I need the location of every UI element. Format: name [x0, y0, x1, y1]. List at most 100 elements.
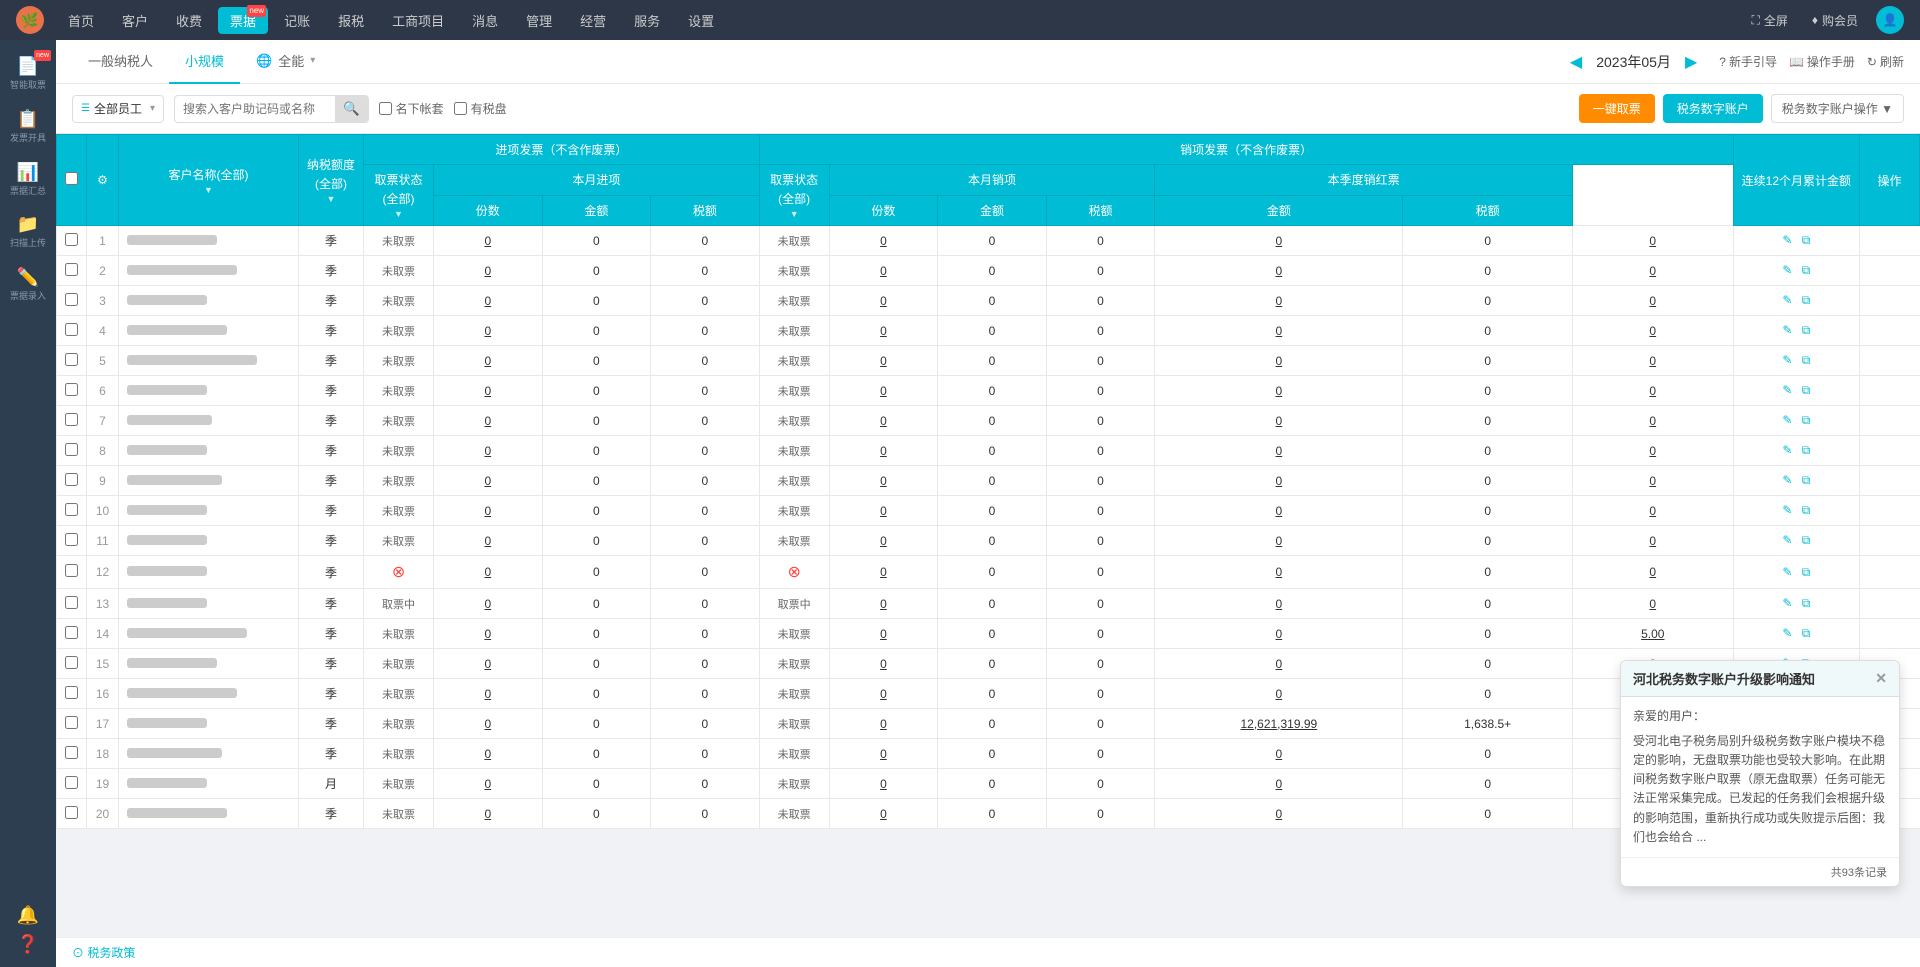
row-checkbox[interactable]	[65, 293, 78, 306]
edit-button[interactable]: ✎	[1782, 565, 1792, 579]
notification-close-button[interactable]: ✕	[1875, 670, 1887, 687]
row-checkbox[interactable]	[65, 263, 78, 276]
nav-tax[interactable]: 报税	[326, 7, 376, 34]
row-checkbox[interactable]	[65, 686, 78, 699]
fullscreen-button[interactable]: ⛶ 全屏	[1745, 10, 1793, 31]
edit-button[interactable]: ✎	[1782, 443, 1792, 457]
row-checkbox[interactable]	[65, 806, 78, 819]
row-checkbox[interactable]	[65, 443, 78, 456]
sidebar-item-ticket-entry[interactable]: ✏️ 票据录入	[3, 259, 53, 310]
employee-filter[interactable]: ☰ 全部员工 ▾	[72, 95, 164, 123]
row-checkbox[interactable]	[65, 596, 78, 609]
next-month-button[interactable]: ▶	[1679, 50, 1703, 74]
edit-button[interactable]: ✎	[1782, 413, 1792, 427]
tab-general-taxpayer[interactable]: 一般纳税人	[72, 39, 169, 84]
refund-amount-cell: 0	[1155, 739, 1403, 769]
edit-button[interactable]: ✎	[1782, 293, 1792, 307]
select-all-checkbox[interactable]	[65, 172, 78, 185]
quota-cell: 月	[299, 769, 364, 799]
nav-customer[interactable]: 客户	[110, 7, 160, 34]
nav-bookkeeping[interactable]: 记账	[272, 7, 322, 34]
sub-account-checkbox-label[interactable]: 名下帐套	[379, 100, 444, 117]
copy-button[interactable]: ⧉	[1802, 353, 1811, 367]
copy-button[interactable]: ⧉	[1802, 533, 1811, 547]
in-tax-cell: 0	[651, 769, 760, 799]
copy-button[interactable]: ⧉	[1802, 503, 1811, 517]
row-checkbox[interactable]	[65, 656, 78, 669]
row-checkbox[interactable]	[65, 746, 78, 759]
row-checkbox[interactable]	[65, 533, 78, 546]
row-checkbox[interactable]	[65, 564, 78, 577]
sidebar-item-scan-upload[interactable]: 📁 扫描上传	[3, 206, 53, 257]
row-checkbox[interactable]	[65, 776, 78, 789]
edit-button[interactable]: ✎	[1782, 353, 1792, 367]
nav-operation[interactable]: 经营	[568, 7, 618, 34]
edit-button[interactable]: ✎	[1782, 626, 1792, 640]
sub-account-checkbox[interactable]	[379, 102, 392, 115]
copy-button[interactable]: ⧉	[1802, 323, 1811, 337]
search-button[interactable]: 🔍	[335, 95, 368, 123]
has-taxdisk-checkbox[interactable]	[454, 102, 467, 115]
edit-button[interactable]: ✎	[1782, 473, 1792, 487]
sidebar-notification-icon[interactable]: 🔔	[17, 905, 39, 926]
sidebar-item-smart-ticket[interactable]: 📄 智能取票 new	[3, 48, 53, 99]
nav-manage[interactable]: 管理	[514, 7, 564, 34]
row-checkbox[interactable]	[65, 716, 78, 729]
tax-policy-link[interactable]: ⊙ 税务政策	[72, 946, 135, 960]
row-checkbox[interactable]	[65, 503, 78, 516]
tab-all-ability[interactable]: 🌐 全能 ▾	[240, 39, 331, 84]
nav-message[interactable]: 消息	[460, 7, 510, 34]
edit-button[interactable]: ✎	[1782, 503, 1792, 517]
copy-button[interactable]: ⧉	[1802, 473, 1811, 487]
row-checkbox[interactable]	[65, 383, 78, 396]
nav-service[interactable]: 服务	[622, 7, 672, 34]
tab-small-scale[interactable]: 小规模	[169, 39, 240, 84]
table-row: 7 季 未取票 0 0 0 未取票 0 0 0 0 0 0 ✎ ⧉	[57, 406, 1920, 436]
row-checkbox[interactable]	[65, 323, 78, 336]
copy-button[interactable]: ⧉	[1802, 596, 1811, 610]
nav-business[interactable]: 工商项目	[380, 7, 456, 34]
copy-button[interactable]: ⧉	[1802, 565, 1811, 579]
nav-settings[interactable]: 设置	[676, 7, 726, 34]
copy-button[interactable]: ⧉	[1802, 233, 1811, 247]
has-taxdisk-checkbox-label[interactable]: 有税盘	[454, 100, 507, 117]
row-num-cell: 7	[87, 406, 119, 436]
edit-button[interactable]: ✎	[1782, 383, 1792, 397]
nav-fee[interactable]: 收费	[164, 7, 214, 34]
tax-digital-account-button[interactable]: 税务数字账户	[1663, 94, 1763, 123]
sidebar-help-icon[interactable]: ❓	[17, 934, 39, 955]
copy-button[interactable]: ⧉	[1802, 443, 1811, 457]
edit-button[interactable]: ✎	[1782, 233, 1792, 247]
row-checkbox[interactable]	[65, 233, 78, 246]
in-status-cell: 未取票	[364, 799, 434, 829]
new-guide-button[interactable]: ? 新手引导	[1719, 53, 1777, 70]
in-status-label: 未取票	[382, 326, 415, 338]
row-checkbox[interactable]	[65, 413, 78, 426]
copy-button[interactable]: ⧉	[1802, 383, 1811, 397]
tax-digital-account-op-button[interactable]: 税务数字账户操作 ▼	[1771, 94, 1904, 123]
row-num-cell: 1	[87, 226, 119, 256]
nav-home[interactable]: 首页	[56, 7, 106, 34]
nav-ticket[interactable]: 票据 new	[218, 7, 268, 34]
edit-button[interactable]: ✎	[1782, 596, 1792, 610]
search-input[interactable]	[175, 102, 335, 116]
copy-button[interactable]: ⧉	[1802, 413, 1811, 427]
copy-button[interactable]: ⧉	[1802, 293, 1811, 307]
refresh-button[interactable]: ↻ 刷新	[1867, 53, 1904, 70]
sidebar-item-ticket-summary[interactable]: 📊 票据汇总	[3, 154, 53, 205]
manual-button[interactable]: 📖 操作手册	[1789, 53, 1855, 70]
edit-button[interactable]: ✎	[1782, 323, 1792, 337]
row-checkbox[interactable]	[65, 626, 78, 639]
row-checkbox[interactable]	[65, 353, 78, 366]
copy-button[interactable]: ⧉	[1802, 626, 1811, 640]
copy-button[interactable]: ⧉	[1802, 263, 1811, 277]
one-key-ticket-button[interactable]: 一键取票	[1579, 94, 1655, 123]
user-avatar[interactable]: 👤	[1876, 6, 1904, 34]
row-checkbox[interactable]	[65, 473, 78, 486]
edit-button[interactable]: ✎	[1782, 533, 1792, 547]
out-count-cell: 0	[829, 619, 938, 649]
sidebar-item-invoice-open[interactable]: 📋 发票开具	[3, 101, 53, 152]
edit-button[interactable]: ✎	[1782, 263, 1792, 277]
member-button[interactable]: ♦ 购会员	[1806, 10, 1864, 31]
prev-month-button[interactable]: ◀	[1564, 50, 1588, 74]
